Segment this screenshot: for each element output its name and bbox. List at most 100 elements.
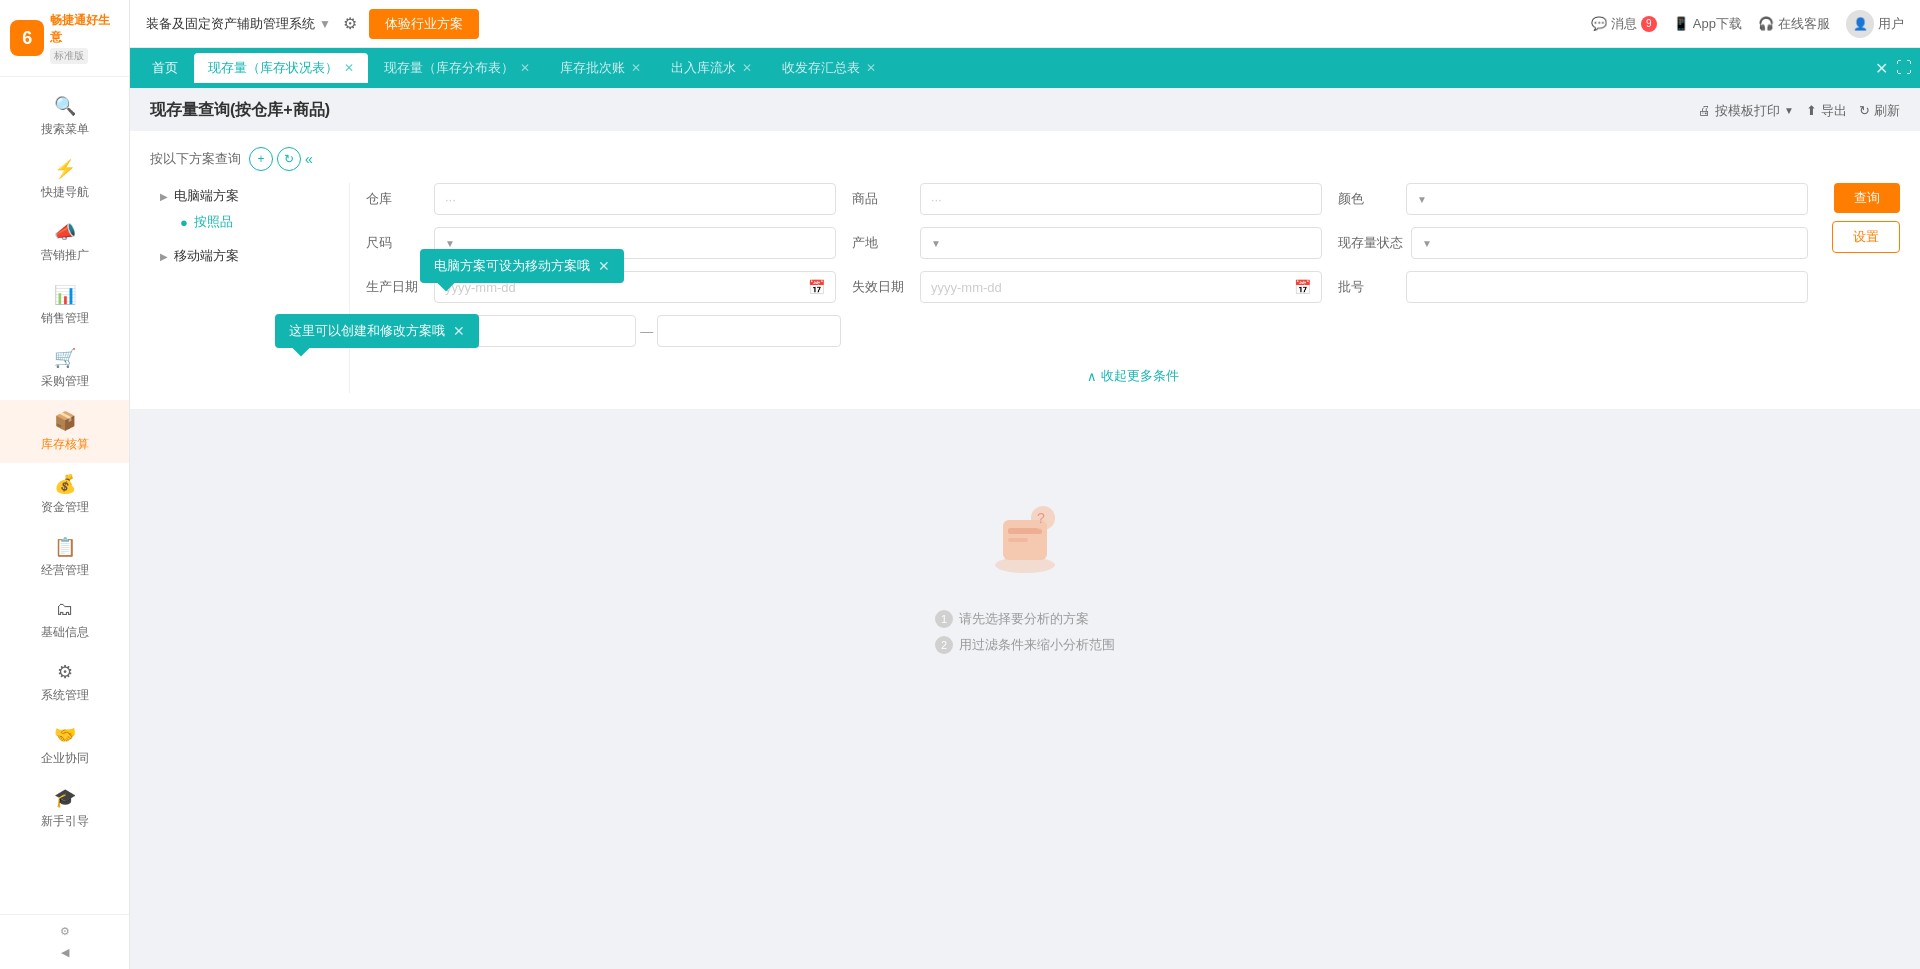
logo: 6 畅捷通好生意 标准版 bbox=[0, 0, 129, 77]
message-icon: 💬 bbox=[1591, 16, 1607, 31]
page-actions: 🖨 按模板打印 ▼ ⬆ 导出 ↻ 刷新 bbox=[1698, 102, 1900, 120]
stock-status-select[interactable]: ▼ bbox=[1411, 227, 1808, 259]
goods-select[interactable]: ··· bbox=[920, 183, 1322, 215]
topbar-right: 💬 消息 9 📱 App下载 🎧 在线客服 👤 用户 bbox=[1591, 10, 1904, 38]
app-download-btn[interactable]: 📱 App下载 bbox=[1673, 15, 1742, 33]
add-scheme-btn[interactable]: + bbox=[249, 147, 273, 171]
folder-icon: 🗂 bbox=[56, 599, 74, 620]
system-selector[interactable]: 装备及固定资产辅助管理系统 ▼ bbox=[146, 15, 331, 33]
search-buttons: 查询 设置 bbox=[1824, 183, 1900, 253]
graduation-icon: 🎓 bbox=[54, 787, 76, 809]
tab-collect[interactable]: 收发存汇总表 ✕ bbox=[768, 53, 890, 83]
sidebar-item-operation[interactable]: 📋 经营管理 bbox=[0, 526, 129, 589]
tooltip-close-2[interactable]: ✕ bbox=[453, 323, 465, 339]
color-select[interactable]: ▼ bbox=[1406, 183, 1808, 215]
tree-arrow-desktop: ▶ bbox=[160, 191, 168, 202]
page-header: 现存量查询(按仓库+商品) 🖨 按模板打印 ▼ ⬆ 导出 ↻ 刷新 bbox=[130, 88, 1920, 121]
settings-icon: ⚙ bbox=[60, 925, 70, 938]
service-btn[interactable]: 🎧 在线客服 bbox=[1758, 15, 1830, 33]
filter-title-row: 按以下方案查询 + ↻ « bbox=[150, 147, 1900, 171]
sidebar-settings[interactable]: ⚙ bbox=[60, 925, 70, 938]
tab-in-out[interactable]: 出入库流水 ✕ bbox=[657, 53, 766, 83]
tree-desktop[interactable]: ▶ 电脑端方案 bbox=[160, 183, 339, 209]
gear-icon: ⚙ bbox=[57, 661, 73, 683]
content-area: 现存量查询(按仓库+商品) 🖨 按模板打印 ▼ ⬆ 导出 ↻ 刷新 bbox=[130, 88, 1920, 969]
tooltip-close-1[interactable]: ✕ bbox=[598, 258, 610, 274]
lightning-icon: ⚡ bbox=[54, 158, 76, 180]
empty-step-2: 2 用过滤条件来缩小分析范围 bbox=[935, 632, 1115, 658]
search-button[interactable]: 查询 bbox=[1834, 183, 1900, 213]
reset-button[interactable]: 设置 bbox=[1832, 221, 1900, 253]
sidebar-item-enterprise[interactable]: 🤝 企业协同 bbox=[0, 714, 129, 777]
tab-inventory-dist[interactable]: 现存量（库存分布表） ✕ bbox=[370, 53, 544, 83]
arrow-left-icon[interactable]: « bbox=[305, 151, 313, 167]
batch-no-input[interactable] bbox=[1406, 271, 1808, 303]
tree-mobile[interactable]: ▶ 移动端方案 bbox=[160, 243, 339, 269]
tab-inventory-status[interactable]: 现存量（库存状况表） ✕ bbox=[194, 53, 368, 83]
tree-item-goods[interactable]: ● 按照品 bbox=[180, 209, 339, 235]
filter-row-1: 仓库 ··· 商品 ··· bbox=[366, 183, 1808, 215]
user-avatar: 👤 bbox=[1846, 10, 1874, 38]
sidebar-nav: 🔍 搜索菜单 ⚡ 快捷导航 📣 营销推广 📊 销售管理 🛒 采购管理 📦 bbox=[0, 77, 129, 914]
scheme-panel: ▶ 电脑端方案 ● 按照品 ▶ bbox=[150, 183, 350, 393]
sidebar-collapse[interactable]: ◀ bbox=[61, 946, 69, 959]
print-icon: 🖨 bbox=[1698, 103, 1711, 118]
export-btn[interactable]: ⬆ 导出 bbox=[1806, 102, 1847, 120]
tab-close-collect[interactable]: ✕ bbox=[866, 61, 876, 75]
sidebar-item-search[interactable]: 🔍 搜索菜单 bbox=[0, 85, 129, 148]
sidebar-item-finance[interactable]: 💰 资金管理 bbox=[0, 463, 129, 526]
cart-icon: 🛒 bbox=[54, 347, 76, 369]
message-btn[interactable]: 💬 消息 9 bbox=[1591, 15, 1657, 33]
export-icon: ⬆ bbox=[1806, 103, 1817, 118]
empty-step-1: 1 请先选择要分析的方案 bbox=[935, 606, 1115, 632]
svg-text:?: ? bbox=[1037, 510, 1045, 526]
expiry-date-input[interactable]: yyyy-mm-dd 📅 bbox=[920, 271, 1322, 303]
filter-expiry-date: 失效日期 yyyy-mm-dd 📅 bbox=[852, 271, 1322, 303]
sidebar-item-guide[interactable]: 🎓 新手引导 bbox=[0, 777, 129, 840]
logo-text: 畅捷通好生意 标准版 bbox=[50, 12, 119, 64]
sidebar: 6 畅捷通好生意 标准版 🔍 搜索菜单 ⚡ 快捷导航 📣 营销推广 📊 销售管理 bbox=[0, 0, 130, 969]
chevron-down-icon: ▼ bbox=[319, 17, 331, 31]
tab-close-inventory-batch[interactable]: ✕ bbox=[631, 61, 641, 75]
sidebar-item-system[interactable]: ⚙ 系统管理 bbox=[0, 651, 129, 714]
stock-main-max[interactable] bbox=[657, 315, 841, 347]
tree-arrow-mobile: ▶ bbox=[160, 251, 168, 262]
print-arrow-icon: ▼ bbox=[1784, 105, 1794, 116]
empty-steps: 1 请先选择要分析的方案 2 用过滤条件来缩小分析范围 bbox=[935, 606, 1115, 658]
refresh-btn[interactable]: ↻ 刷新 bbox=[1859, 102, 1900, 120]
sidebar-item-purchase[interactable]: 🛒 采购管理 bbox=[0, 337, 129, 400]
tab-close-inventory-status[interactable]: ✕ bbox=[344, 61, 354, 75]
sidebar-item-basic[interactable]: 🗂 基础信息 bbox=[0, 589, 129, 651]
tab-close-in-out[interactable]: ✕ bbox=[742, 61, 752, 75]
phone-icon: 📱 bbox=[1673, 16, 1689, 31]
tooltip-scheme-name: 电脑方案可设为移动方案哦 ✕ bbox=[420, 249, 624, 283]
origin-select[interactable]: ▼ bbox=[920, 227, 1322, 259]
topbar-left: 装备及固定资产辅助管理系统 ▼ ⚙ 体验行业方案 bbox=[146, 9, 479, 39]
tab-inventory-batch[interactable]: 库存批次账 ✕ bbox=[546, 53, 655, 83]
chevron-up-icon: ∧ bbox=[1087, 369, 1097, 384]
refresh-scheme-btn[interactable]: ↻ bbox=[277, 147, 301, 171]
warehouse-select[interactable]: ··· bbox=[434, 183, 836, 215]
refresh-icon: ↻ bbox=[1859, 103, 1870, 118]
svg-rect-2 bbox=[1008, 528, 1042, 534]
trial-button[interactable]: 体验行业方案 bbox=[369, 9, 479, 39]
scheme-tree: ▶ 电脑端方案 ● 按照品 ▶ bbox=[160, 183, 339, 269]
sidebar-item-inventory[interactable]: 📦 库存核算 bbox=[0, 400, 129, 463]
topbar-settings-icon[interactable]: ⚙ bbox=[343, 14, 357, 33]
stock-main-range: — bbox=[452, 315, 841, 347]
print-btn[interactable]: 🖨 按模板打印 ▼ bbox=[1698, 102, 1794, 120]
sidebar-item-marketing[interactable]: 📣 营销推广 bbox=[0, 211, 129, 274]
tab-close-all-icon[interactable]: ✕ bbox=[1875, 59, 1888, 78]
sidebar-item-sales[interactable]: 📊 销售管理 bbox=[0, 274, 129, 337]
tab-close-inventory-dist[interactable]: ✕ bbox=[520, 61, 530, 75]
tab-bar: 首页 现存量（库存状况表） ✕ 现存量（库存分布表） ✕ 库存批次账 ✕ 出入库… bbox=[130, 48, 1920, 88]
collapse-icon: ◀ bbox=[61, 946, 69, 959]
empty-state: ? 1 请先选择要分析的方案 2 用过滤条件来缩小分析范围 bbox=[130, 410, 1920, 718]
more-conditions-btn[interactable]: ∧ 收起更多条件 bbox=[366, 359, 1900, 393]
box-icon: 📦 bbox=[54, 410, 76, 432]
user-btn[interactable]: 👤 用户 bbox=[1846, 10, 1904, 38]
tab-fullscreen-icon[interactable]: ⛶ bbox=[1896, 59, 1912, 77]
sidebar-item-quicknav[interactable]: ⚡ 快捷导航 bbox=[0, 148, 129, 211]
stock-main-min[interactable] bbox=[452, 315, 636, 347]
tab-home[interactable]: 首页 bbox=[138, 53, 192, 83]
